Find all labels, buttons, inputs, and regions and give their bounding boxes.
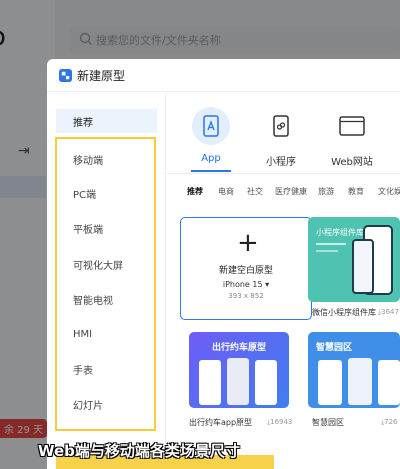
template-thumb-ride-hailing[interactable]: 出行约车原型 xyxy=(189,332,289,408)
miniprogram-icon xyxy=(262,107,300,145)
banner-line xyxy=(316,250,338,252)
category-active-underline xyxy=(191,170,231,172)
template-label: 出行约车app原型 xyxy=(189,418,253,427)
sidebar-item-data-screen[interactable]: 可视化大屏 xyxy=(56,252,157,276)
category-label: 小程序 xyxy=(266,157,296,168)
device-name: iPhone 15 xyxy=(222,280,263,289)
platform-sidebar: 推荐 移动端 PC端 平板端 可视化大屏 智能电视 HMI 手表 幻灯片 xyxy=(47,93,166,469)
download-count: ⤓16943 xyxy=(267,418,293,426)
phone-mockup xyxy=(378,360,400,405)
phone-mockup xyxy=(348,358,372,405)
sidebar-item-smart-tv[interactable]: 智能电视 xyxy=(56,287,157,311)
new-blank-prototype-card[interactable]: + 新建空白原型 iPhone 15 ▾ 393 x 852 xyxy=(180,217,312,320)
category-app[interactable]: App xyxy=(176,107,246,164)
sidebar-item-watch[interactable]: 手表 xyxy=(56,357,157,381)
dialog-header: 新建原型 xyxy=(47,59,400,92)
phone-mockup xyxy=(199,360,221,405)
device-select[interactable]: iPhone 15 ▾ xyxy=(181,280,311,289)
sidebar-item-mobile[interactable]: 移动端 xyxy=(56,147,157,171)
tag-travel[interactable]: 旅游 xyxy=(318,186,334,197)
video-caption: Web端与移动端各类场景尺寸 xyxy=(38,442,240,460)
phone-mockup xyxy=(352,239,374,294)
category-label: Web网站 xyxy=(331,157,373,168)
phone-mockup xyxy=(227,358,249,405)
banner-line xyxy=(316,243,346,245)
template-banner: 智慧园区 xyxy=(316,343,353,353)
template-label: 微信小程序组件库 xyxy=(312,308,376,317)
new-prototype-dialog: 新建原型 推荐 移动端 PC端 平板端 可视化大屏 智能电视 HMI 手表 幻灯… xyxy=(47,59,400,469)
device-size: 393 x 852 xyxy=(228,292,264,300)
sidebar-item-pc[interactable]: PC端 xyxy=(56,181,157,205)
tag-recommended[interactable]: 推荐 xyxy=(187,186,203,197)
category-miniprogram[interactable]: 小程序 xyxy=(246,107,316,168)
tag-social[interactable]: 社交 xyxy=(247,186,263,197)
download-count: ⤓3647 xyxy=(378,308,399,316)
template-banner: 小程序组件库 xyxy=(316,228,364,237)
tag-education[interactable]: 教育 xyxy=(348,186,364,197)
template-thumb-miniprogram[interactable]: 小程序组件库 xyxy=(308,217,400,302)
sidebar-item-tablet[interactable]: 平板端 xyxy=(56,216,157,240)
tag-healthcare[interactable]: 医疗健康 xyxy=(275,186,307,197)
plus-icon: + xyxy=(237,228,259,258)
template-label: 智慧园区 xyxy=(312,418,344,427)
blank-card-title: 新建空白原型 xyxy=(218,266,273,276)
chevron-down-icon: ▾ xyxy=(265,280,270,289)
browser-icon xyxy=(333,107,371,145)
divider xyxy=(167,173,400,174)
sidebar-item-slides[interactable]: 幻灯片 xyxy=(56,392,157,416)
dialog-title: 新建原型 xyxy=(77,68,126,83)
tablet-icon xyxy=(192,107,230,145)
phone-mockup xyxy=(255,360,277,405)
prototype-icon xyxy=(59,68,72,82)
template-area: App 小程序 Web网站 推荐 电商 社交 医疗健康 旅游 教育 文化娱 + … xyxy=(167,93,400,469)
tag-culture[interactable]: 文化娱 xyxy=(378,186,400,197)
tag-ecommerce[interactable]: 电商 xyxy=(218,186,234,197)
phone-mockup xyxy=(318,360,342,405)
category-label: App xyxy=(201,153,221,164)
template-banner: 出行约车原型 xyxy=(211,343,266,353)
template-thumb-smart-park[interactable]: 智慧园区 xyxy=(308,332,400,408)
category-web[interactable]: Web网站 xyxy=(317,107,387,168)
download-count: ⤓726 xyxy=(381,418,398,426)
sidebar-item-hmi[interactable]: HMI xyxy=(56,322,157,346)
sidebar-item-recommended[interactable]: 推荐 xyxy=(56,109,157,133)
